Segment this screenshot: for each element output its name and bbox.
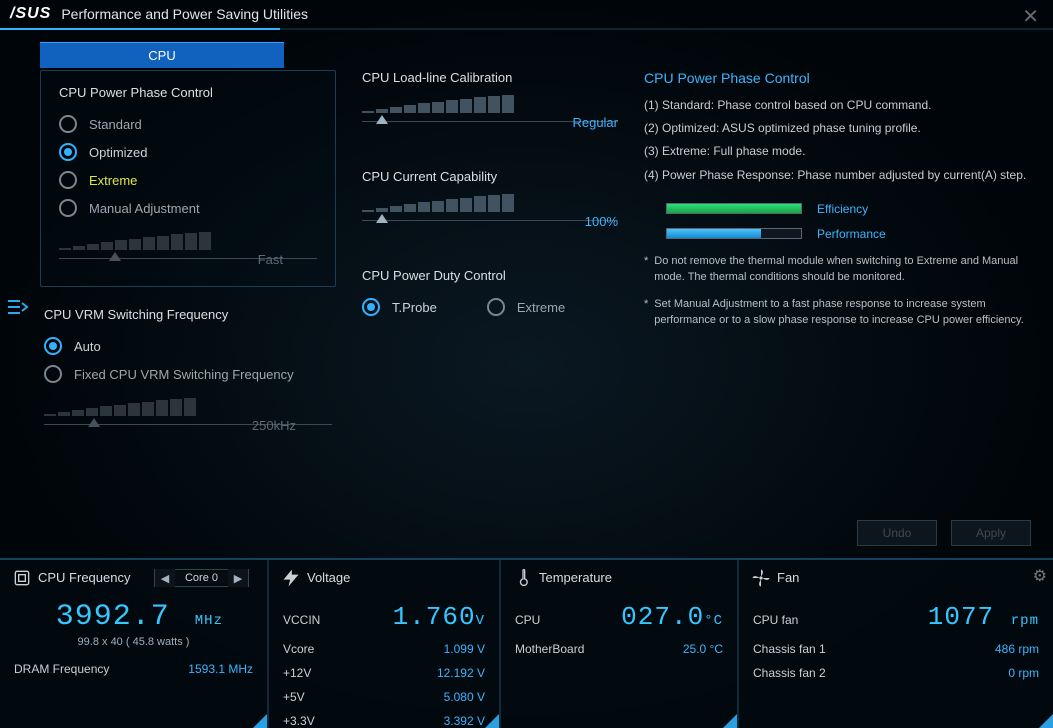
vccin-label: VCCIN: [283, 613, 320, 627]
duty-opt-extreme[interactable]: Extreme: [487, 293, 565, 321]
thermometer-icon: [513, 568, 533, 588]
efficiency-bar: Efficiency: [666, 203, 802, 214]
core-stepper[interactable]: ◀ Core 0 ▶: [154, 569, 249, 587]
phase-slider[interactable]: Fast: [59, 232, 317, 272]
info-line-3: (3) Extreme: Full phase mode.: [644, 142, 1035, 161]
current-slider[interactable]: 100%: [362, 194, 618, 234]
tab-cpu[interactable]: CPU: [40, 42, 284, 68]
vccin-value: 1.760: [393, 602, 476, 632]
fan-icon: [751, 568, 771, 588]
core-label: Core 0: [175, 572, 228, 584]
fan-panel[interactable]: Fan ⚙ CPU fan 1077 rpm Chassis fan 1486 …: [738, 560, 1053, 728]
info-line-4: (4) Power Phase Response: Phase number a…: [644, 166, 1035, 185]
loadline-cal-panel: CPU Load-line Calibration Regular: [362, 70, 618, 135]
loadline-title: CPU Load-line Calibration: [362, 70, 618, 85]
cpu-freq-sub: 99.8 x 40 ( 45.8 watts ): [14, 636, 253, 648]
dram-label: DRAM Frequency: [14, 662, 109, 676]
duty-title: CPU Power Duty Control: [362, 268, 618, 283]
bolt-icon: [281, 568, 301, 588]
info-line-2: (2) Optimized: ASUS optimized phase tuni…: [644, 119, 1035, 138]
table-row: Chassis fan 20 rpm: [753, 666, 1039, 680]
current-title: CPU Current Capability: [362, 169, 618, 184]
vccin-unit: V: [476, 613, 485, 629]
cpu-freq-value: 3992.7: [56, 600, 170, 634]
cpu-freq-panel[interactable]: CPU Frequency ◀ Core 0 ▶ 3992.7 MHz 99.8…: [0, 560, 268, 728]
cpu-vrm-panel: CPU VRM Switching Frequency Auto Fixed C…: [40, 307, 336, 438]
current-cap-panel: CPU Current Capability 100%: [362, 169, 618, 234]
core-prev[interactable]: ◀: [155, 569, 175, 587]
vrm-slider[interactable]: 250kHz: [44, 398, 332, 438]
temp-title: Temperature: [539, 570, 723, 590]
table-row: Vcore1.099 V: [283, 642, 485, 656]
settings-gear-icon[interactable]: ⚙: [1033, 566, 1047, 586]
phase-opt-manual[interactable]: Manual Adjustment: [59, 194, 317, 222]
temperature-panel[interactable]: Temperature CPU 027.0°C MotherBoard25.0 …: [500, 560, 738, 728]
cpu-power-phase-panel: CPU Power Phase Control Standard Optimiz…: [40, 70, 336, 287]
panel-resize-icon: [1039, 714, 1053, 728]
phase-opt-optimized[interactable]: Optimized: [59, 138, 317, 166]
table-row: +3.3V3.392 V: [283, 714, 485, 728]
main-content: CPU Power Phase Control Standard Optimiz…: [40, 70, 1035, 548]
left-column: CPU Power Phase Control Standard Optimiz…: [40, 70, 336, 548]
middle-column: CPU Load-line Calibration Regular CPU Cu…: [362, 70, 618, 548]
duty-opt-tprobe[interactable]: T.Probe: [362, 293, 437, 321]
close-button[interactable]: ✕: [1022, 4, 1039, 29]
loadline-slider[interactable]: Regular: [362, 95, 618, 135]
table-row: Chassis fan 1486 rpm: [753, 642, 1039, 656]
table-row: +5V5.080 V: [283, 690, 485, 704]
status-strip: CPU Frequency ◀ Core 0 ▶ 3992.7 MHz 99.8…: [0, 558, 1053, 728]
phase-title: CPU Power Phase Control: [59, 85, 317, 100]
power-duty-panel: CPU Power Duty Control T.Probe Extreme: [362, 268, 618, 321]
table-row: MotherBoard25.0 °C: [515, 642, 723, 656]
vrm-opt-fixed[interactable]: Fixed CPU VRM Switching Frequency: [44, 360, 332, 388]
vrm-title: CPU VRM Switching Frequency: [44, 307, 332, 322]
core-next[interactable]: ▶: [228, 569, 248, 587]
info-title: CPU Power Phase Control: [644, 70, 1035, 86]
voltage-title: Voltage: [307, 570, 485, 590]
apply-button[interactable]: Apply: [951, 520, 1031, 546]
info-column: CPU Power Phase Control (1) Standard: Ph…: [644, 70, 1035, 548]
cpu-fan-value: 1077: [928, 602, 994, 632]
panel-resize-icon: [723, 714, 737, 728]
phase-opt-extreme[interactable]: Extreme: [59, 166, 317, 194]
vrm-opt-auto[interactable]: Auto: [44, 332, 332, 360]
panel-resize-icon: [485, 714, 499, 728]
window-title: Performance and Power Saving Utilities: [61, 6, 308, 22]
info-note-1: *Do not remove the thermal module when s…: [644, 253, 1035, 286]
performance-bar: Performance: [666, 228, 802, 239]
info-list: (1) Standard: Phase control based on CPU…: [644, 96, 1035, 185]
info-bars: Efficiency Performance: [666, 203, 1035, 239]
expand-icon: [5, 295, 29, 319]
phase-opt-standard[interactable]: Standard: [59, 110, 317, 138]
dram-value: 1593.1 MHz: [188, 662, 253, 676]
expand-sidebar-button[interactable]: [0, 290, 34, 324]
cpu-temp-unit: °C: [704, 613, 723, 629]
info-line-1: (1) Standard: Phase control based on CPU…: [644, 96, 1035, 115]
panel-resize-icon: [253, 714, 267, 728]
table-row: +12V12.192 V: [283, 666, 485, 680]
cpu-fan-unit: rpm: [1011, 613, 1039, 629]
action-buttons: Undo Apply: [857, 520, 1031, 546]
header-underline: [0, 28, 1053, 30]
undo-button[interactable]: Undo: [857, 520, 937, 546]
tab-strip: CPU: [40, 42, 284, 68]
header-bar: /SUS Performance and Power Saving Utilit…: [0, 0, 1053, 28]
brand-logo: /SUS: [10, 5, 51, 23]
cpu-icon: [12, 568, 32, 588]
voltage-panel[interactable]: Voltage VCCIN 1.760V Vcore1.099 V +12V12.…: [268, 560, 500, 728]
cpu-temp-label: CPU: [515, 613, 540, 627]
cpu-temp-value: 027.0: [621, 602, 704, 632]
cpu-fan-label: CPU fan: [753, 613, 798, 627]
cpu-freq-unit: MHz: [195, 613, 223, 629]
info-note-2: *Set Manual Adjustment to a fast phase r…: [644, 296, 1035, 329]
fan-title: Fan: [777, 570, 1039, 590]
